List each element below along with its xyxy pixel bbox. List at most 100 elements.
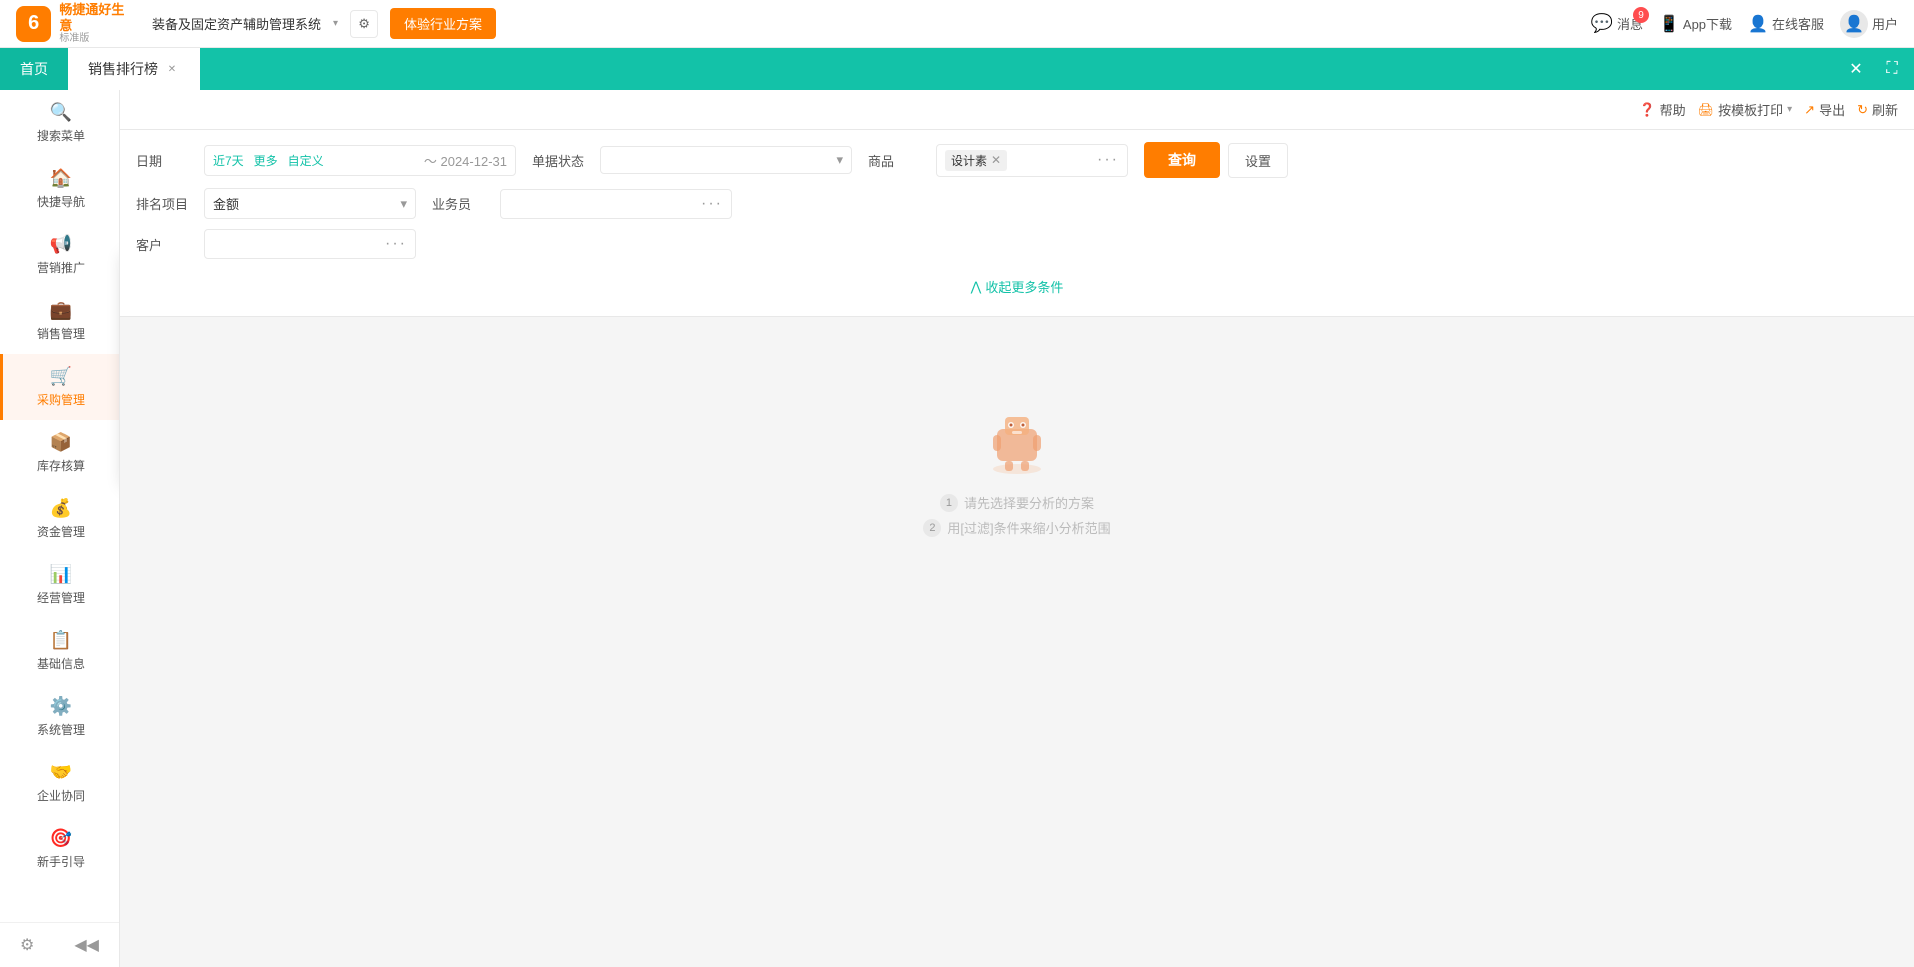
logo-icon: 6 — [16, 6, 51, 42]
sidebar-label-inventory: 库存核算 — [37, 457, 85, 474]
settings-btn[interactable]: 设置 — [1228, 143, 1288, 178]
empty-state: 1 请先选择要分析的方案 2 用[过滤]条件来缩小分析范围 — [120, 317, 1914, 623]
tip-num-1: 1 — [940, 494, 958, 512]
header-nav: 装备及固定资产辅助管理系统 ▾ ⚙ 体验行业方案 — [136, 8, 1591, 39]
finance-icon: 💰 — [50, 498, 72, 519]
sidebar-item-operations[interactable]: 📊 经营管理 — [0, 552, 119, 618]
trial-btn[interactable]: 体验行业方案 — [390, 8, 496, 39]
sidebar-item-marketing[interactable]: 📢 营销推广 — [0, 222, 119, 288]
sidebar-label-quick-nav: 快捷导航 — [37, 193, 85, 210]
rank-filter-input[interactable]: 金额 ▾ — [204, 188, 416, 219]
status-filter-group: 单据状态 ▾ — [532, 146, 852, 174]
salesperson-filter-group: 业务员 ··· — [432, 189, 732, 219]
sidebar-item-system[interactable]: ⚙️ 系统管理 — [0, 684, 119, 750]
main-layout: 🔍 搜索菜单 🏠 快捷导航 📢 营销推广 💼 销售管理 🛒 采购管理 📦 库存核… — [0, 90, 1914, 967]
goods-filter-tag: 设计素 ✕ — [945, 150, 1007, 171]
filter-row-2: 排名项目 金额 ▾ 业务员 ··· — [136, 188, 1898, 219]
goods-filter-input[interactable]: 设计素 ✕ ··· — [936, 144, 1128, 177]
message-btn[interactable]: 💬 9 消息 — [1591, 13, 1643, 34]
tab-sales-ranking-label: 销售排行榜 — [88, 59, 158, 79]
help-icon: ❓ — [1639, 102, 1655, 118]
print-btn[interactable]: 🖨 按模板打印 ▾ — [1698, 100, 1793, 119]
sidebar: 🔍 搜索菜单 🏠 快捷导航 📢 营销推广 💼 销售管理 🛒 采购管理 📦 库存核… — [0, 90, 120, 967]
salesperson-filter-label: 业务员 — [432, 194, 492, 213]
sidebar-item-inventory[interactable]: 📦 库存核算 — [0, 420, 119, 486]
collapse-btn[interactable]: ⋀ 收起更多条件 — [136, 269, 1898, 304]
logo-text: 畅捷通好生意 标准版 — [59, 2, 136, 45]
app-download-btn[interactable]: 📱 App下载 — [1659, 14, 1732, 34]
help-btn[interactable]: ❓ 帮助 — [1639, 100, 1685, 119]
logo-area: 6 畅捷通好生意 标准版 — [16, 2, 136, 45]
sidebar-item-guide[interactable]: 🎯 新手引导 — [0, 816, 119, 882]
sidebar-label-purchase: 采购管理 — [37, 391, 85, 408]
user-label: 用户 — [1872, 14, 1898, 33]
search-icon: 🔍 — [50, 102, 72, 123]
sales-icon: 💼 — [50, 300, 72, 321]
sidebar-item-quick-nav[interactable]: 🏠 快捷导航 — [0, 156, 119, 222]
user-btn[interactable]: 👤 用户 — [1840, 10, 1898, 38]
date-filter-group: 日期 近7天 更多 自定义 ～ 2024-12-31 — [136, 145, 516, 176]
status-filter-label: 单据状态 — [532, 151, 592, 170]
customer-filter-label: 客户 — [136, 235, 196, 254]
tab-close-all-icon[interactable]: ✕ — [1842, 55, 1870, 83]
enterprise-icon: 🤝 — [50, 762, 72, 783]
salesperson-more-icon[interactable]: ··· — [701, 195, 723, 213]
goods-tag-text: 设计素 — [951, 152, 987, 169]
online-service-btn[interactable]: 👤 在线客服 — [1748, 14, 1824, 34]
sidebar-item-enterprise[interactable]: 🤝 企业协同 — [0, 750, 119, 816]
sidebar-label-search: 搜索菜单 — [37, 127, 85, 144]
date-filter-input[interactable]: 近7天 更多 自定义 ～ 2024-12-31 — [204, 145, 516, 176]
system-title: 装备及固定资产辅助管理系统 — [152, 14, 321, 33]
collapse-label: 收起更多条件 — [985, 277, 1063, 296]
sidebar-item-purchase[interactable]: 🛒 采购管理 — [0, 354, 119, 420]
collapse-icon: ⋀ — [971, 279, 982, 295]
goods-tag-close-icon[interactable]: ✕ — [991, 153, 1001, 167]
system-title-arrow[interactable]: ▾ — [333, 18, 338, 29]
rank-filter-group: 排名项目 金额 ▾ — [136, 188, 416, 219]
filter-area: 日期 近7天 更多 自定义 ～ 2024-12-31 单据状态 ▾ — [120, 130, 1914, 317]
rank-arrow-icon: ▾ — [400, 196, 407, 212]
sidebar-settings-btn[interactable]: ⚙ — [12, 931, 42, 959]
tab-bar-actions: ✕ ⛶ — [1842, 55, 1914, 83]
sidebar-collapse-btn[interactable]: ◀◀ — [66, 931, 107, 959]
query-btn[interactable]: 查询 — [1144, 142, 1220, 178]
app-download-label: App下载 — [1683, 14, 1732, 33]
refresh-label: 刷新 — [1872, 100, 1898, 119]
salesperson-filter-input[interactable]: ··· — [500, 189, 732, 219]
customer-filter-input[interactable]: ··· — [204, 229, 416, 259]
sidebar-label-operations: 经营管理 — [37, 589, 85, 606]
empty-tip-2-text: 用[过滤]条件来缩小分析范围 — [947, 518, 1110, 537]
inventory-icon: 📦 — [50, 432, 72, 453]
status-filter-input[interactable]: ▾ — [600, 146, 852, 174]
customer-more-icon[interactable]: ··· — [385, 235, 407, 253]
header-right: 💬 9 消息 📱 App下载 👤 在线客服 👤 用户 — [1591, 10, 1898, 38]
date-options: 近7天 更多 自定义 — [213, 152, 324, 169]
date-filter-label: 日期 — [136, 151, 196, 170]
sidebar-item-finance[interactable]: 💰 资金管理 — [0, 486, 119, 552]
refresh-btn[interactable]: ↻ 刷新 — [1857, 100, 1898, 119]
tab-expand-icon[interactable]: ⛶ — [1878, 55, 1906, 83]
goods-filter-more-icon[interactable]: ··· — [1097, 151, 1119, 169]
tab-home[interactable]: 首页 — [0, 48, 68, 90]
basic-icon: 📋 — [50, 630, 72, 651]
goods-filter-group: 商品 设计素 ✕ ··· — [868, 144, 1128, 177]
rank-filter-label: 排名项目 — [136, 194, 196, 213]
empty-tip-1: 1 请先选择要分析的方案 — [940, 493, 1094, 512]
settings-icon[interactable]: ⚙ — [350, 10, 378, 38]
status-arrow-icon: ▾ — [836, 152, 843, 168]
sidebar-bottom: ⚙ ◀◀ — [0, 922, 119, 967]
customer-filter-group: 客户 ··· — [136, 229, 416, 259]
sidebar-item-sales[interactable]: 💼 销售管理 — [0, 288, 119, 354]
sidebar-item-basic[interactable]: 📋 基础信息 — [0, 618, 119, 684]
tab-sales-ranking[interactable]: 销售排行榜 ✕ — [68, 48, 200, 90]
sidebar-label-finance: 资金管理 — [37, 523, 85, 540]
sidebar-label-sales: 销售管理 — [37, 325, 85, 342]
rank-value: 金额 — [213, 194, 239, 213]
sidebar-item-search[interactable]: 🔍 搜索菜单 — [0, 90, 119, 156]
goods-filter-label: 商品 — [868, 151, 928, 170]
date-arrow-icon: ～ 2024-12-31 — [424, 151, 507, 170]
export-btn[interactable]: ↗ 导出 — [1804, 100, 1845, 119]
tab-bar: 首页 销售排行榜 ✕ ✕ ⛶ — [0, 48, 1914, 90]
tab-close-icon[interactable]: ✕ — [164, 61, 180, 77]
empty-illustration — [977, 397, 1057, 477]
